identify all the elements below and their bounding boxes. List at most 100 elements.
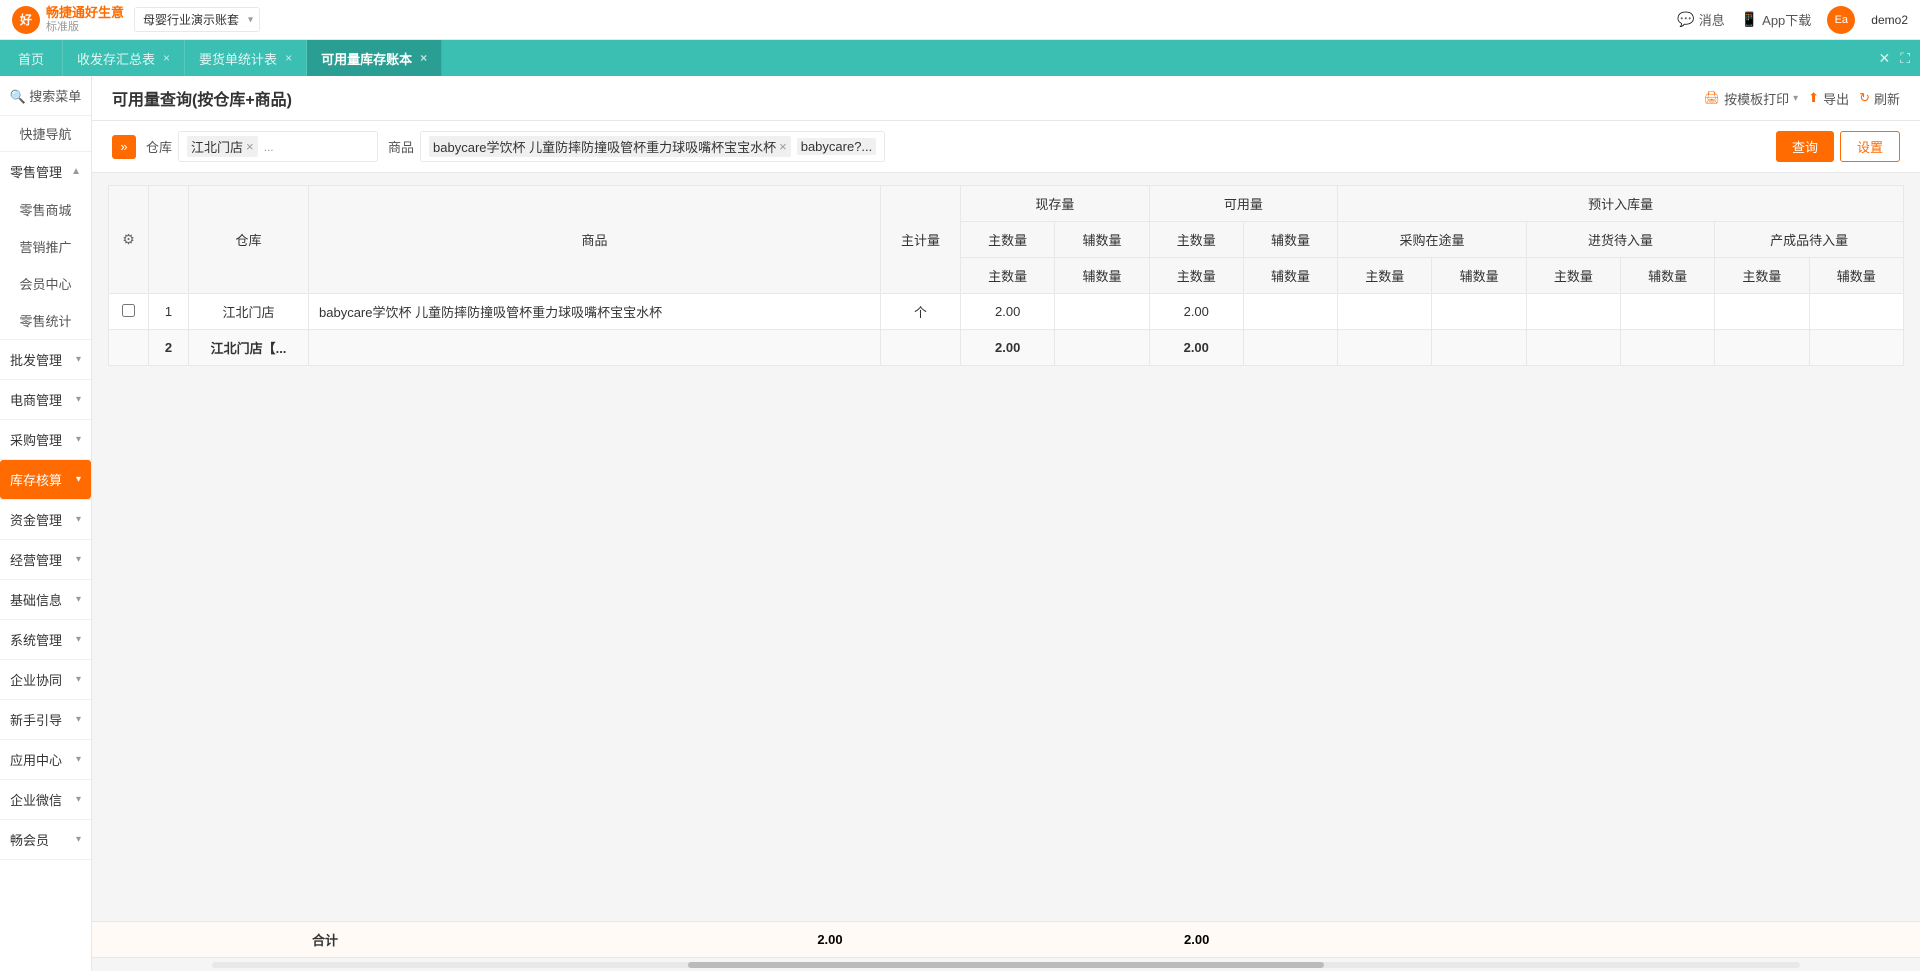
- td-product-2: [309, 330, 881, 366]
- close-all-icon[interactable]: ✕: [1878, 50, 1890, 67]
- sidebar-purchase-header[interactable]: 采购管理 ▾: [0, 420, 91, 459]
- th-settings[interactable]: ⚙: [109, 186, 149, 294]
- sidebar-ecom-header[interactable]: 电商管理 ▾: [0, 380, 91, 419]
- table-container: ⚙ 仓库 商品 主计量 现存量 可用量 预计入库量 主数量 辅数量 主数量: [92, 173, 1920, 921]
- settings-icon[interactable]: ⚙: [122, 231, 135, 247]
- th-incoming-aux: 辅数量: [1621, 258, 1715, 294]
- query-button[interactable]: 查询: [1776, 131, 1834, 162]
- footer-unit: [607, 930, 687, 949]
- quick-nav-label: 快捷导航: [19, 127, 71, 142]
- sidebar-section-wechat: 企业微信 ▾: [0, 780, 91, 820]
- td-stock-aux-1: [1055, 294, 1149, 330]
- expand-button[interactable]: »: [112, 135, 136, 159]
- collab-arrow: ▾: [76, 674, 81, 685]
- appstore-arrow: ▾: [76, 754, 81, 765]
- th-incoming-main: 主数量: [1526, 258, 1620, 294]
- wechat-arrow: ▾: [76, 794, 81, 805]
- wholesale-arrow: ▾: [76, 354, 81, 365]
- td-checkbox[interactable]: [109, 294, 149, 330]
- sidebar-basic-header[interactable]: 基础信息 ▾: [0, 580, 91, 619]
- td-incoming-main-1: [1526, 294, 1620, 330]
- basic-arrow: ▾: [76, 594, 81, 605]
- sidebar-collab-header[interactable]: 企业协同 ▾: [0, 660, 91, 699]
- sidebar-item-member[interactable]: 会员中心: [0, 265, 91, 302]
- refresh-button[interactable]: ↻ 刷新: [1859, 89, 1900, 108]
- td-checkbox-2[interactable]: [109, 330, 149, 366]
- page-title: 可用量查询(按仓库+商品): [112, 86, 292, 110]
- print-label: 按模板打印: [1724, 89, 1789, 108]
- th-product: 商品: [309, 186, 881, 294]
- product-filter-input[interactable]: babycare学饮杯 儿童防摔防撞吸管杯重力球吸嘴杯宝宝水杯 × babyca…: [420, 131, 885, 162]
- scroll-bar-area: [92, 957, 1920, 971]
- print-button[interactable]: 🖨 按模板打印 ▾: [1704, 89, 1799, 108]
- sidebar-retail-header[interactable]: 零售管理 ▲: [0, 152, 91, 191]
- warehouse-remove-icon[interactable]: ×: [246, 139, 254, 154]
- scroll-thumb[interactable]: [688, 962, 1323, 968]
- warehouse-tag: 江北门店 ×: [187, 136, 258, 157]
- settings-button[interactable]: 设置: [1840, 131, 1900, 162]
- tab-order-stats[interactable]: 要货单统计表 ×: [185, 40, 307, 76]
- sidebar-search[interactable]: 🔍 搜索菜单: [0, 76, 91, 116]
- th-avail-aux-2: 辅数量: [1243, 258, 1337, 294]
- warehouse-more[interactable]: ...: [264, 140, 274, 154]
- td-avail-main-1: 2.00: [1149, 294, 1243, 330]
- product-tag-2-value: babycare?...: [801, 139, 873, 154]
- sidebar-guide-header[interactable]: 新手引导 ▾: [0, 700, 91, 739]
- sidebar-item-online-store[interactable]: 零售商城: [0, 191, 91, 228]
- tab-available-label: 可用量库存账本: [321, 49, 412, 68]
- table-row: 2 江北门店【... 2.00 2.00: [109, 330, 1904, 366]
- sidebar-ops-header[interactable]: 经营管理 ▾: [0, 540, 91, 579]
- th-prod-aux: 辅数量: [1809, 258, 1903, 294]
- export-label: 导出: [1823, 89, 1849, 108]
- tab-receipt-summary[interactable]: 收发存汇总表 ×: [63, 40, 185, 76]
- page-header: 可用量查询(按仓库+商品) 🖨 按模板打印 ▾ ⬆ 导出 ↻ 刷新: [92, 76, 1920, 121]
- sidebar-quick-nav[interactable]: 快捷导航: [0, 116, 91, 152]
- td-stock-main-1: 2.00: [961, 294, 1055, 330]
- search-icon: 🔍: [10, 89, 26, 104]
- tab-receipt-label: 收发存汇总表: [77, 49, 155, 68]
- sidebar-appstore-header[interactable]: 应用中心 ▾: [0, 740, 91, 779]
- sidebar-system-header[interactable]: 系统管理 ▾: [0, 620, 91, 659]
- sidebar-wechat-header[interactable]: 企业微信 ▾: [0, 780, 91, 819]
- th-avail-main: 主数量: [1149, 222, 1243, 258]
- td-avail-aux-1: [1243, 294, 1337, 330]
- row-checkbox[interactable]: [122, 304, 135, 317]
- sidebar-vip-header[interactable]: 畅会员 ▾: [0, 820, 91, 859]
- tab-available-stock[interactable]: 可用量库存账本 ×: [307, 40, 442, 76]
- sidebar-section-retail: 零售管理 ▲ 零售商城 营销推广 会员中心 零售统计: [0, 152, 91, 340]
- tab-available-close[interactable]: ×: [420, 51, 427, 65]
- product-1-remove-icon[interactable]: ×: [779, 139, 787, 154]
- sidebar-section-appstore: 应用中心 ▾: [0, 740, 91, 780]
- tab-home[interactable]: 首页: [0, 40, 63, 76]
- sidebar-finance-header[interactable]: 资金管理 ▾: [0, 500, 91, 539]
- scroll-track[interactable]: [212, 962, 1800, 968]
- account-dropdown[interactable]: 母婴行业演示账套: [134, 7, 260, 32]
- sidebar-wholesale-header[interactable]: 批发管理 ▾: [0, 340, 91, 379]
- td-prod-aux-1: [1809, 294, 1903, 330]
- warehouse-filter-label: 仓库: [146, 137, 172, 156]
- sidebar-item-marketing[interactable]: 营销推广: [0, 228, 91, 265]
- td-incoming-aux-2: [1621, 330, 1715, 366]
- th-incoming: 进货待入量: [1526, 222, 1715, 258]
- footer-avail-main: 2.00: [1053, 930, 1340, 949]
- th-stock-main-2: 主数量: [961, 258, 1055, 294]
- filter-bar: » 仓库 江北门店 × ... 商品 babycare学饮杯 儿童防摔防撞吸管杯…: [92, 121, 1920, 173]
- td-prod-main-2: [1715, 330, 1809, 366]
- th-available: 可用量: [1149, 186, 1338, 222]
- user-name[interactable]: demo2: [1871, 13, 1908, 27]
- sidebar-inventory-header[interactable]: 库存核算 ▾: [0, 460, 91, 499]
- tab-receipt-close[interactable]: ×: [163, 51, 170, 65]
- message-button[interactable]: 💬 消息: [1677, 10, 1724, 29]
- maximize-icon[interactable]: ⛶: [1900, 50, 1910, 67]
- app-download-button[interactable]: 📱 App下载: [1741, 10, 1812, 29]
- footer-stock-main: 2.00: [687, 930, 974, 949]
- footer-empty-1: [112, 930, 152, 949]
- tab-bar-actions: ✕ ⛶: [1868, 40, 1920, 76]
- product-tag-2: babycare?...: [797, 138, 877, 155]
- tab-order-close[interactable]: ×: [285, 51, 292, 65]
- warehouse-filter-input[interactable]: 江北门店 × ...: [178, 131, 378, 162]
- sidebar-item-retail-stats[interactable]: 零售统计: [0, 302, 91, 339]
- export-button[interactable]: ⬆ 导出: [1808, 89, 1849, 108]
- message-icon: 💬: [1677, 11, 1694, 28]
- top-bar: 好 畅捷通好生意 标准版 母婴行业演示账套 💬 消息 📱 App下载 Ea de…: [0, 0, 1920, 40]
